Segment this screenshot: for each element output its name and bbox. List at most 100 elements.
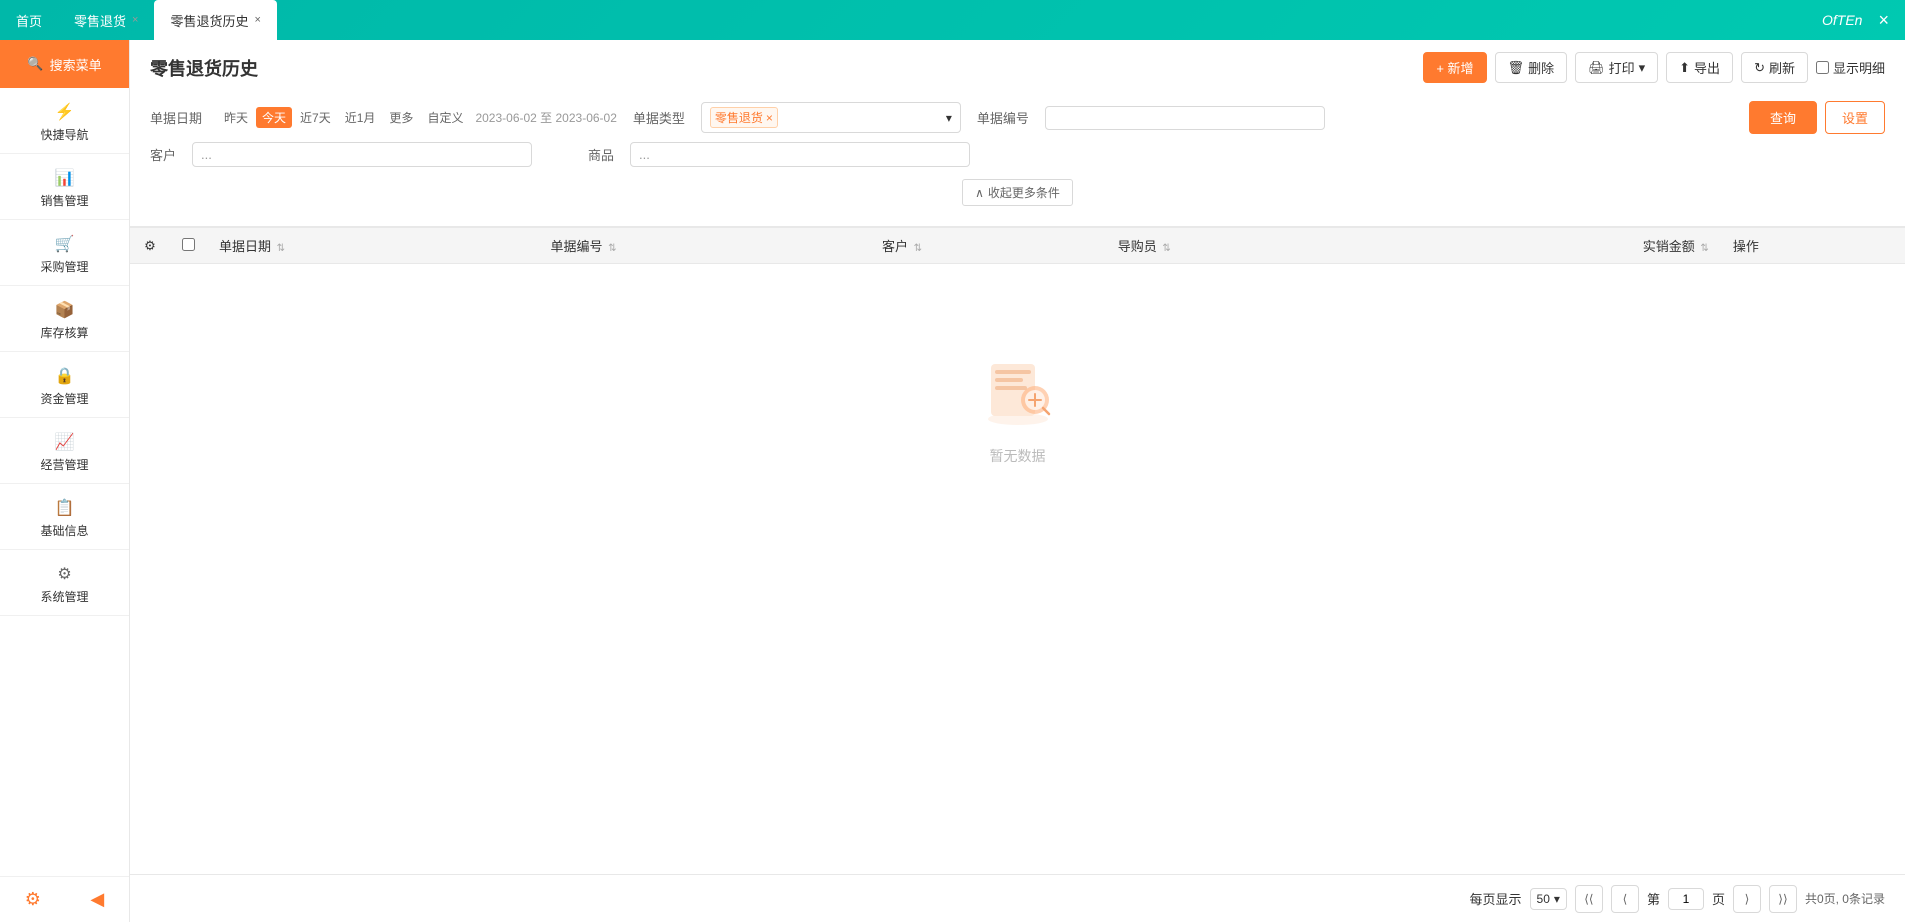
- query-button[interactable]: 查询: [1749, 101, 1817, 134]
- pagination-bar: 每页显示 50 ▾ ⟨⟨ ⟨ 第 页 ⟩ ⟩⟩ 共0页, 0条记录: [130, 874, 1905, 922]
- print-button[interactable]: 🖨 打印 ▾: [1575, 52, 1658, 83]
- th-action-label: 操作: [1733, 239, 1759, 254]
- type-filter-tags: 零售退货 ×: [710, 107, 778, 128]
- sidebar-search-label: 搜索菜单: [50, 55, 102, 74]
- date-opt-1month[interactable]: 近1月: [339, 107, 382, 128]
- empty-state: 暂无数据: [130, 264, 1905, 546]
- per-page-select[interactable]: 50 ▾: [1530, 888, 1567, 910]
- date-opt-7days[interactable]: 近7天: [294, 107, 337, 128]
- th-date-sort[interactable]: ⇅: [277, 243, 285, 254]
- date-filter-label: 单据日期: [150, 108, 202, 127]
- goods-ellipsis: ...: [639, 147, 650, 162]
- th-guide-sort[interactable]: ⇅: [1162, 243, 1170, 254]
- sidebar-item-quick-nav-label: 快捷导航: [40, 126, 88, 143]
- th-date: 单据日期 ⇅: [207, 228, 538, 264]
- date-opt-yesterday[interactable]: 昨天: [218, 107, 254, 128]
- th-amount-sort[interactable]: ⇅: [1700, 243, 1708, 254]
- collapse-button[interactable]: ∧ 收起更多条件: [962, 179, 1073, 206]
- content-area: 零售退货历史 + 新增 🗑 删除 🖨 打印 ▾ ⬆ 导出: [130, 40, 1905, 922]
- tab-retail-return[interactable]: 零售退货 ×: [58, 0, 154, 40]
- tab-retail-return-history-close[interactable]: ×: [254, 14, 260, 26]
- page-title-row: 零售退货历史 + 新增 🗑 删除 🖨 打印 ▾ ⬆ 导出: [150, 52, 1885, 83]
- th-amount-label: 实销金额: [1643, 239, 1695, 254]
- search-icon: 🔍: [27, 56, 43, 72]
- type-filter-label: 单据类型: [633, 108, 685, 127]
- date-range-text: 2023-06-02 至 2023-06-02: [475, 109, 616, 126]
- sidebar-item-operation[interactable]: 📈 经营管理: [0, 418, 129, 484]
- finance-icon: 🔒: [55, 366, 75, 386]
- empty-text: 暂无数据: [990, 446, 1046, 466]
- date-opt-custom[interactable]: 自定义: [421, 107, 469, 128]
- th-setting[interactable]: ⚙: [130, 228, 170, 264]
- th-number-sort[interactable]: ⇅: [608, 243, 616, 254]
- last-page-button[interactable]: ⟩⟩: [1769, 885, 1797, 913]
- show-detail-checkbox[interactable]: [1816, 61, 1829, 74]
- sidebar-item-basic-info[interactable]: 📋 基础信息: [0, 484, 129, 550]
- number-filter-label: 单据编号: [977, 108, 1029, 127]
- sidebar-item-system[interactable]: ⚙ 系统管理: [0, 550, 129, 616]
- table-body: 暂无数据: [130, 264, 1905, 547]
- page-number-input[interactable]: [1668, 888, 1704, 910]
- refresh-button[interactable]: ↻ 刷新: [1741, 52, 1808, 83]
- sidebar-item-inventory[interactable]: 📦 库存核算: [0, 286, 129, 352]
- sidebar-item-purchase-mgmt[interactable]: 🛒 采购管理: [0, 220, 129, 286]
- goods-filter-label: 商品: [588, 145, 614, 164]
- next-page-button[interactable]: ⟩: [1733, 885, 1761, 913]
- export-button[interactable]: ⬆ 导出: [1666, 52, 1733, 83]
- print-label: 打印: [1609, 58, 1635, 77]
- empty-icon: [973, 344, 1063, 434]
- main-layout: 🔍 搜索菜单 ⚡ 快捷导航 📊 销售管理 🛒 采购管理 📦 库存核算 🔒 资金管…: [0, 40, 1905, 922]
- first-page-button[interactable]: ⟨⟨: [1575, 885, 1603, 913]
- sidebar-search[interactable]: 🔍 搜索菜单: [0, 40, 129, 88]
- tab-home-label: 首页: [16, 11, 42, 30]
- sidebar-item-sales-mgmt-label: 销售管理: [40, 192, 88, 209]
- th-customer-sort[interactable]: ⇅: [914, 243, 922, 254]
- th-number: 单据编号 ⇅: [538, 228, 869, 264]
- sidebar-item-quick-nav[interactable]: ⚡ 快捷导航: [0, 88, 129, 154]
- page-header: 零售退货历史 + 新增 🗑 删除 🖨 打印 ▾ ⬆ 导出: [130, 40, 1905, 227]
- total-text: 共0页, 0条记录: [1805, 890, 1885, 907]
- per-page-label: 每页显示: [1470, 889, 1522, 908]
- customer-filter-label: 客户: [150, 145, 176, 164]
- refresh-label: 刷新: [1769, 58, 1795, 77]
- filter-area: 单据日期 昨天 今天 近7天 近1月 更多 自定义 2023-06-02 至 2…: [150, 93, 1885, 226]
- filter-date-options: 昨天 今天 近7天 近1月 更多 自定义 2023-06-02 至 2023-0…: [218, 107, 617, 128]
- customer-filter-input[interactable]: ...: [192, 142, 532, 167]
- tab-home[interactable]: 首页: [0, 0, 58, 40]
- window-close-button[interactable]: ×: [1878, 10, 1889, 31]
- sidebar: 🔍 搜索菜单 ⚡ 快捷导航 📊 销售管理 🛒 采购管理 📦 库存核算 🔒 资金管…: [0, 40, 130, 922]
- refresh-icon: ↻: [1754, 60, 1765, 76]
- type-tag-label: 零售退货: [715, 109, 763, 126]
- operation-icon: 📈: [55, 432, 75, 452]
- type-tag-close[interactable]: ×: [766, 111, 773, 125]
- filter-row-1: 单据日期 昨天 今天 近7天 近1月 更多 自定义 2023-06-02 至 2…: [150, 101, 1885, 134]
- type-filter-select[interactable]: 零售退货 × ▾: [701, 102, 961, 133]
- prev-page-button[interactable]: ⟨: [1611, 885, 1639, 913]
- goods-filter-input[interactable]: ...: [630, 142, 970, 167]
- tab-retail-return-close[interactable]: ×: [132, 14, 138, 26]
- show-detail-toggle[interactable]: 显示明细: [1816, 58, 1885, 77]
- table-header-row: ⚙ 单据日期 ⇅ 单据编号 ⇅ 客户: [130, 228, 1905, 264]
- th-action: 操作: [1721, 228, 1905, 264]
- number-filter-input[interactable]: [1045, 106, 1325, 130]
- sidebar-item-basic-info-label: 基础信息: [40, 522, 88, 539]
- tab-retail-return-history[interactable]: 零售退货历史 ×: [154, 0, 276, 40]
- select-all-checkbox[interactable]: [182, 238, 195, 251]
- date-opt-today[interactable]: 今天: [256, 107, 292, 128]
- sidebar-item-finance[interactable]: 🔒 资金管理: [0, 352, 129, 418]
- th-guide-label: 导购员: [1118, 239, 1157, 254]
- often-text: OfTEn: [1822, 12, 1862, 28]
- quick-nav-icon: ⚡: [55, 102, 75, 122]
- setting-button[interactable]: 设置: [1825, 101, 1885, 134]
- th-check[interactable]: [170, 228, 207, 264]
- sidebar-item-sales-mgmt[interactable]: 📊 销售管理: [0, 154, 129, 220]
- collapse-up-icon: ∧: [975, 186, 984, 200]
- sidebar-menu-icon[interactable]: ◀: [90, 889, 104, 910]
- delete-button[interactable]: 🗑 删除: [1495, 52, 1568, 83]
- new-button[interactable]: + 新增: [1423, 52, 1486, 83]
- per-page-arrow: ▾: [1554, 892, 1560, 906]
- system-icon: ⚙: [55, 564, 75, 584]
- date-opt-more[interactable]: 更多: [383, 107, 419, 128]
- export-icon: ⬆: [1679, 60, 1690, 76]
- sidebar-setting-icon[interactable]: ⚙: [25, 889, 41, 910]
